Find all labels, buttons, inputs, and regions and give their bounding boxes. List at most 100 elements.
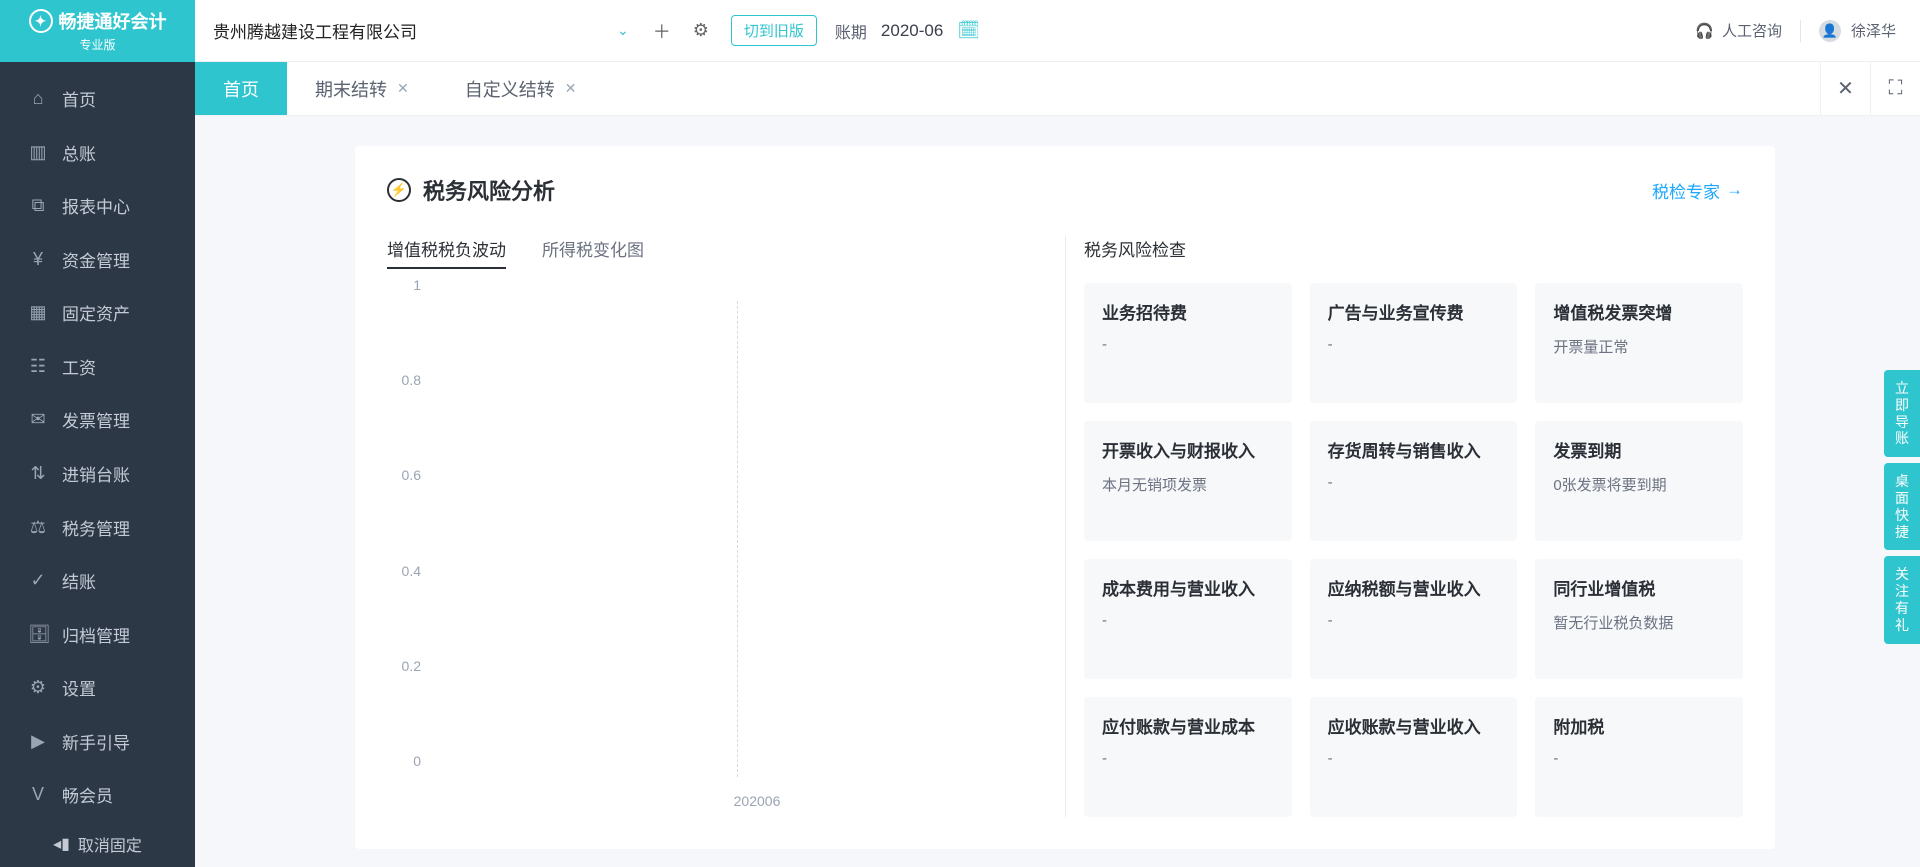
risk-card-10[interactable]: 应收账款与营业收入 - (1310, 697, 1518, 817)
sidebar-item-label: 固定资产 (62, 300, 130, 325)
avatar-icon: 👤 (1819, 20, 1841, 42)
sidebar-item-12[interactable]: ▶ 新手引导 (0, 714, 195, 768)
pin-toggle[interactable]: ◂▮取消固定 (0, 821, 195, 867)
chart-side: 增值税税负波动所得税变化图 00.20.40.60.81202006 (387, 236, 1047, 817)
rail-button-1[interactable]: 桌面快捷 (1884, 463, 1920, 550)
top-header: ✦ 畅捷通好会计 专业版 贵州腾越建设工程有限公司 ⌄ ＋ ⚙ 切到旧版 账期 … (0, 0, 1920, 62)
company-name: 贵州腾越建设工程有限公司 (213, 18, 417, 43)
chart-tab-0[interactable]: 增值税税负波动 (387, 236, 506, 269)
sidebar-item-label: 新手引导 (62, 729, 130, 754)
sidebar-icon: ¥ (28, 249, 48, 270)
sidebar-icon: ☷ (28, 356, 48, 377)
risk-cards: 业务招待费-广告与业务宣传费-增值税发票突增开票量正常开票收入与财报收入本月无销… (1084, 283, 1743, 817)
rail-button-2[interactable]: 关注有礼 (1884, 556, 1920, 643)
card-desc: - (1328, 750, 1500, 767)
risk-card-1[interactable]: 广告与业务宣传费- (1310, 283, 1518, 403)
sidebar-item-6[interactable]: ✉发票管理 (0, 393, 195, 447)
tabbar: 首页期末结转✕自定义结转✕✕⛶ (195, 62, 1920, 116)
scroll-area[interactable]: ⚡ 税务风险分析 税检专家 → 增值税税负波动所得税变化图 00.20.40.6… (195, 116, 1920, 867)
sidebar-item-label: 发票管理 (62, 407, 130, 432)
risk-card-9[interactable]: 应付账款与营业成本- (1084, 697, 1292, 817)
risk-card-7[interactable]: 应纳税额与营业收入- (1310, 559, 1518, 679)
card-title: 附加税 (1553, 713, 1725, 738)
panel-link-text: 税检专家 (1652, 178, 1720, 203)
y-tick: 0.8 (402, 372, 421, 388)
sidebar-item-0[interactable]: ⌂首页 (0, 72, 195, 126)
tax-expert-link[interactable]: 税检专家 → (1652, 178, 1743, 203)
sidebar-item-11[interactable]: ⚙ 设置 (0, 661, 195, 715)
close-icon[interactable]: ✕ (565, 80, 577, 97)
sidebar-item-label: 进销台账 (62, 461, 130, 486)
card-title: 增值税发票突增 (1553, 299, 1725, 324)
sidebar-item-label: 归档管理 (62, 622, 130, 647)
card-title: 应收账款与营业收入 (1328, 713, 1500, 738)
sidebar-item-10[interactable]: 🗄归档管理 (0, 607, 195, 661)
divider (1800, 20, 1801, 42)
sidebar-item-13[interactable]: V 畅会员 (0, 768, 195, 822)
company-dropdown[interactable]: 贵州腾越建设工程有限公司 ⌄ (213, 18, 629, 43)
calendar-icon[interactable]: 🗓 (957, 20, 980, 41)
sidebar-item-label: 设置 (62, 675, 96, 700)
sidebar-item-9[interactable]: ✓结账 (0, 554, 195, 608)
card-title: 开票收入与财报收入 (1102, 437, 1274, 462)
sidebar-icon: ⚙ (28, 677, 48, 698)
rail-button-0[interactable]: 立即导账 (1884, 370, 1920, 457)
top-right: 🎧 人工咨询 👤 徐泽华 (1695, 20, 1896, 42)
close-all-icon[interactable]: ✕ (1820, 62, 1870, 115)
risk-card-6[interactable]: 成本费用与营业收入- (1084, 559, 1292, 679)
risk-card-0[interactable]: 业务招待费- (1084, 283, 1292, 403)
sidebar-item-7[interactable]: ⇅进销台账 (0, 447, 195, 501)
sidebar-item-3[interactable]: ¥资金管理 (0, 233, 195, 287)
sidebar-item-2[interactable]: ⧉报表中心 (0, 179, 195, 233)
user-menu[interactable]: 👤 徐泽华 (1819, 20, 1896, 42)
y-tick: 0 (413, 753, 421, 769)
add-icon[interactable]: ＋ (653, 18, 671, 44)
pin-label: 取消固定 (78, 832, 142, 856)
side-rail: 立即导账桌面快捷关注有礼 (1884, 370, 1920, 650)
risk-card-3[interactable]: 开票收入与财报收入本月无销项发票 (1084, 421, 1292, 541)
sidebar-item-8[interactable]: ⚖ 税务管理 (0, 500, 195, 554)
sidebar-item-1[interactable]: ▥总账 (0, 126, 195, 180)
headset-icon: 🎧 (1695, 22, 1714, 40)
tab-1[interactable]: 期末结转 ✕ (287, 62, 437, 115)
support-link[interactable]: 🎧 人工咨询 (1695, 20, 1782, 41)
tab-label: 期末结转 (315, 76, 387, 102)
card-desc: - (1102, 750, 1274, 767)
sidebar-item-4[interactable]: ▦固定资产 (0, 286, 195, 340)
risk-card-11[interactable]: 附加税- (1535, 697, 1743, 817)
logo-text: 畅捷通好会计 (59, 8, 167, 34)
panel-head: ⚡ 税务风险分析 税检专家 → (387, 174, 1743, 206)
period-label: 账期 (835, 19, 867, 43)
x-tick: 202006 (734, 793, 781, 809)
sidebar-item-label: 工资 (62, 354, 96, 379)
sidebar-icon: ▶ (28, 731, 48, 752)
y-tick: 1 (413, 277, 421, 293)
switch-old-button[interactable]: 切到旧版 (731, 15, 817, 46)
risk-card-4[interactable]: 存货周转与销售收入- (1310, 421, 1518, 541)
fullscreen-icon[interactable]: ⛶ (1870, 62, 1920, 115)
close-icon[interactable]: ✕ (397, 80, 409, 97)
card-desc: 开票量正常 (1553, 336, 1725, 357)
sidebar-item-label: 畅会员 (62, 782, 113, 807)
tab-2[interactable]: 自定义结转✕ (437, 62, 605, 115)
risk-card-2[interactable]: 增值税发票突增开票量正常 (1535, 283, 1743, 403)
card-desc: 暂无行业税负数据 (1553, 612, 1725, 633)
card-title: 广告与业务宣传费 (1328, 299, 1500, 324)
sidebar-icon: ▥ (28, 142, 48, 163)
sidebar-icon: ⚖ (28, 517, 48, 538)
content-column: 首页期末结转✕自定义结转✕✕⛶ ⚡ 税务风险分析 税检专家 → 增 (195, 62, 1920, 867)
sidebar-item-5[interactable]: ☷ 工资 (0, 340, 195, 394)
card-title: 业务招待费 (1102, 299, 1274, 324)
sidebar-item-label: 报表中心 (62, 193, 130, 218)
risk-card-8[interactable]: 同行业增值税暂无行业税负数据 (1535, 559, 1743, 679)
sidebar-item-label: 税务管理 (62, 515, 130, 540)
chart-tabs: 增值税税负波动 所得税变化图 (387, 236, 1047, 269)
sidebar-icon: ⌂ (28, 88, 48, 109)
tab-0[interactable]: 首页 (195, 62, 287, 115)
chart-tab-1[interactable]: 所得税变化图 (542, 236, 644, 269)
gear-icon[interactable]: ⚙ (693, 20, 709, 41)
sidebar-icon: V (28, 784, 48, 805)
risk-card-5[interactable]: 发票到期0张发票将要到期 (1535, 421, 1743, 541)
logo-block: ✦ 畅捷通好会计 专业版 (0, 0, 195, 62)
period-value[interactable]: 2020-06 (881, 21, 943, 41)
